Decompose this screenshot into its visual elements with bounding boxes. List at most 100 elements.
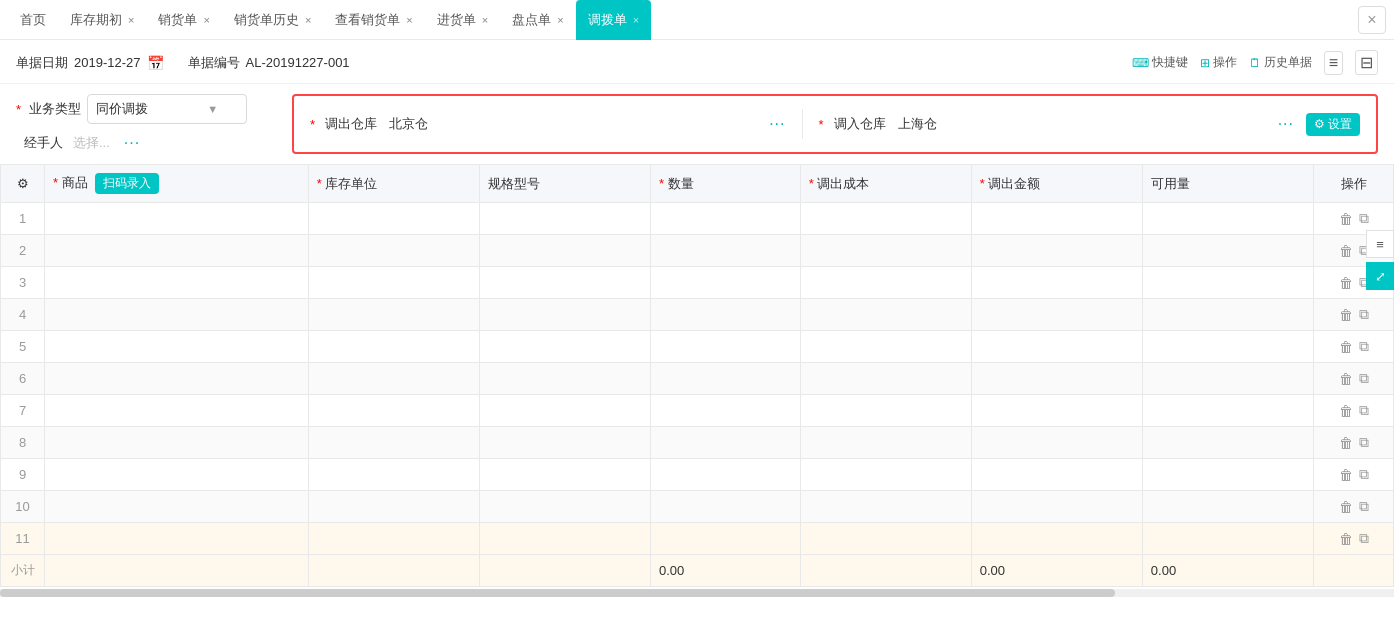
row-cost[interactable] bbox=[800, 363, 971, 395]
row-delete-icon[interactable]: 🗑 bbox=[1339, 211, 1353, 227]
layout1-icon[interactable]: ≡ bbox=[1324, 51, 1343, 75]
calendar-icon[interactable]: 📅 bbox=[147, 55, 164, 71]
row-amount[interactable] bbox=[971, 459, 1142, 491]
row-spec[interactable] bbox=[479, 395, 650, 427]
person-select[interactable]: 选择... bbox=[73, 134, 110, 152]
row-qty[interactable] bbox=[650, 363, 800, 395]
row-product[interactable] bbox=[45, 267, 309, 299]
bottom-scrollbar[interactable] bbox=[0, 589, 1394, 597]
row-cost[interactable] bbox=[800, 395, 971, 427]
row-qty[interactable] bbox=[650, 491, 800, 523]
row-amount[interactable] bbox=[971, 267, 1142, 299]
row-delete-icon[interactable]: 🗑 bbox=[1339, 467, 1353, 483]
row-cost[interactable] bbox=[800, 267, 971, 299]
row-qty[interactable] bbox=[650, 395, 800, 427]
business-type-select[interactable]: 同价调拨 ▼ bbox=[87, 94, 247, 124]
row-spec[interactable] bbox=[479, 299, 650, 331]
row-qty[interactable] bbox=[650, 299, 800, 331]
row-unit[interactable] bbox=[308, 299, 479, 331]
ops-button[interactable]: ⊞ 操作 bbox=[1200, 54, 1237, 71]
row-amount[interactable] bbox=[971, 331, 1142, 363]
tab-close-purchase[interactable]: × bbox=[482, 14, 488, 26]
right-expand-button[interactable]: ⤢ bbox=[1366, 262, 1394, 290]
row-amount[interactable] bbox=[971, 299, 1142, 331]
row-spec[interactable] bbox=[479, 427, 650, 459]
row-delete-icon[interactable]: 🗑 bbox=[1339, 307, 1353, 323]
row-spec[interactable] bbox=[479, 267, 650, 299]
row-unit[interactable] bbox=[308, 267, 479, 299]
right-list-button[interactable]: ≡ bbox=[1366, 230, 1394, 258]
row-cost[interactable] bbox=[800, 459, 971, 491]
row-product[interactable] bbox=[45, 235, 309, 267]
layout2-icon[interactable]: ⊟ bbox=[1355, 50, 1378, 75]
tab-view-sales[interactable]: 查看销货单 × bbox=[323, 0, 424, 40]
scan-button[interactable]: 扫码录入 bbox=[95, 173, 159, 194]
row-copy-icon[interactable]: ⧉ bbox=[1359, 370, 1369, 387]
row-unit[interactable] bbox=[308, 427, 479, 459]
tab-close-sales-history[interactable]: × bbox=[305, 14, 311, 26]
row-amount[interactable] bbox=[971, 235, 1142, 267]
row-spec[interactable] bbox=[479, 203, 650, 235]
row-unit[interactable] bbox=[308, 235, 479, 267]
row-amount[interactable] bbox=[971, 363, 1142, 395]
row-amount[interactable] bbox=[971, 395, 1142, 427]
row-product[interactable] bbox=[45, 491, 309, 523]
row-product[interactable] bbox=[45, 459, 309, 491]
out-warehouse-more-icon[interactable]: ··· bbox=[769, 115, 785, 133]
row-product[interactable] bbox=[45, 363, 309, 395]
row-amount[interactable] bbox=[971, 203, 1142, 235]
row-delete-icon[interactable]: 🗑 bbox=[1339, 339, 1353, 355]
row-qty[interactable] bbox=[650, 331, 800, 363]
row-qty[interactable] bbox=[650, 235, 800, 267]
row-delete-icon[interactable]: 🗑 bbox=[1339, 435, 1353, 451]
tab-close-transfer[interactable]: × bbox=[633, 14, 639, 26]
row-spec[interactable] bbox=[479, 363, 650, 395]
row-cost[interactable] bbox=[800, 299, 971, 331]
row-product[interactable] bbox=[45, 299, 309, 331]
tab-inventory-check[interactable]: 盘点单 × bbox=[500, 0, 575, 40]
row-spec[interactable] bbox=[479, 331, 650, 363]
tab-transfer[interactable]: 调拨单 × bbox=[576, 0, 651, 40]
table-gear-icon[interactable]: ⚙ bbox=[17, 176, 29, 191]
tab-close-inventory-init[interactable]: × bbox=[128, 14, 134, 26]
tab-purchase[interactable]: 进货单 × bbox=[425, 0, 500, 40]
row-product[interactable] bbox=[45, 203, 309, 235]
row-delete-icon[interactable]: 🗑 bbox=[1339, 275, 1353, 291]
row-copy-icon[interactable]: ⧉ bbox=[1359, 466, 1369, 483]
settings-button[interactable]: ⚙ 设置 bbox=[1306, 113, 1360, 136]
row-unit[interactable] bbox=[308, 331, 479, 363]
row-copy-icon[interactable]: ⧉ bbox=[1359, 210, 1369, 227]
row-copy-icon[interactable]: ⧉ bbox=[1359, 498, 1369, 515]
shortcut-button[interactable]: ⌨ 快捷键 bbox=[1132, 54, 1188, 71]
row-qty[interactable] bbox=[650, 267, 800, 299]
row-spec[interactable] bbox=[479, 235, 650, 267]
row-qty[interactable] bbox=[650, 427, 800, 459]
row-unit[interactable] bbox=[308, 459, 479, 491]
row-spec[interactable] bbox=[479, 491, 650, 523]
row-product[interactable] bbox=[45, 427, 309, 459]
row-copy-icon[interactable]: ⧉ bbox=[1359, 434, 1369, 451]
row-copy-icon[interactable]: ⧉ bbox=[1359, 338, 1369, 355]
tab-close-sales-order[interactable]: × bbox=[203, 14, 209, 26]
row-unit[interactable] bbox=[308, 203, 479, 235]
row-cost[interactable] bbox=[800, 491, 971, 523]
row-cost[interactable] bbox=[800, 427, 971, 459]
tab-sales-history[interactable]: 销货单历史 × bbox=[222, 0, 323, 40]
tab-inventory-init[interactable]: 库存期初 × bbox=[58, 0, 146, 40]
row-delete-icon[interactable]: 🗑 bbox=[1339, 531, 1353, 547]
tab-sales-order[interactable]: 销货单 × bbox=[146, 0, 221, 40]
row-product[interactable] bbox=[45, 331, 309, 363]
row-cost[interactable] bbox=[800, 235, 971, 267]
in-warehouse-more-icon[interactable]: ··· bbox=[1278, 115, 1294, 133]
row-qty[interactable] bbox=[650, 203, 800, 235]
row-cost[interactable] bbox=[800, 331, 971, 363]
tab-close-inventory-check[interactable]: × bbox=[557, 14, 563, 26]
history-button[interactable]: 🗒 历史单据 bbox=[1249, 54, 1312, 71]
tab-home[interactable]: 首页 bbox=[8, 0, 58, 40]
row-qty[interactable] bbox=[650, 459, 800, 491]
row-unit[interactable] bbox=[308, 395, 479, 427]
tab-close-view-sales[interactable]: × bbox=[406, 14, 412, 26]
row-copy-icon[interactable]: ⧉ bbox=[1359, 402, 1369, 419]
row-product[interactable] bbox=[45, 395, 309, 427]
person-more-icon[interactable]: ··· bbox=[124, 134, 140, 152]
